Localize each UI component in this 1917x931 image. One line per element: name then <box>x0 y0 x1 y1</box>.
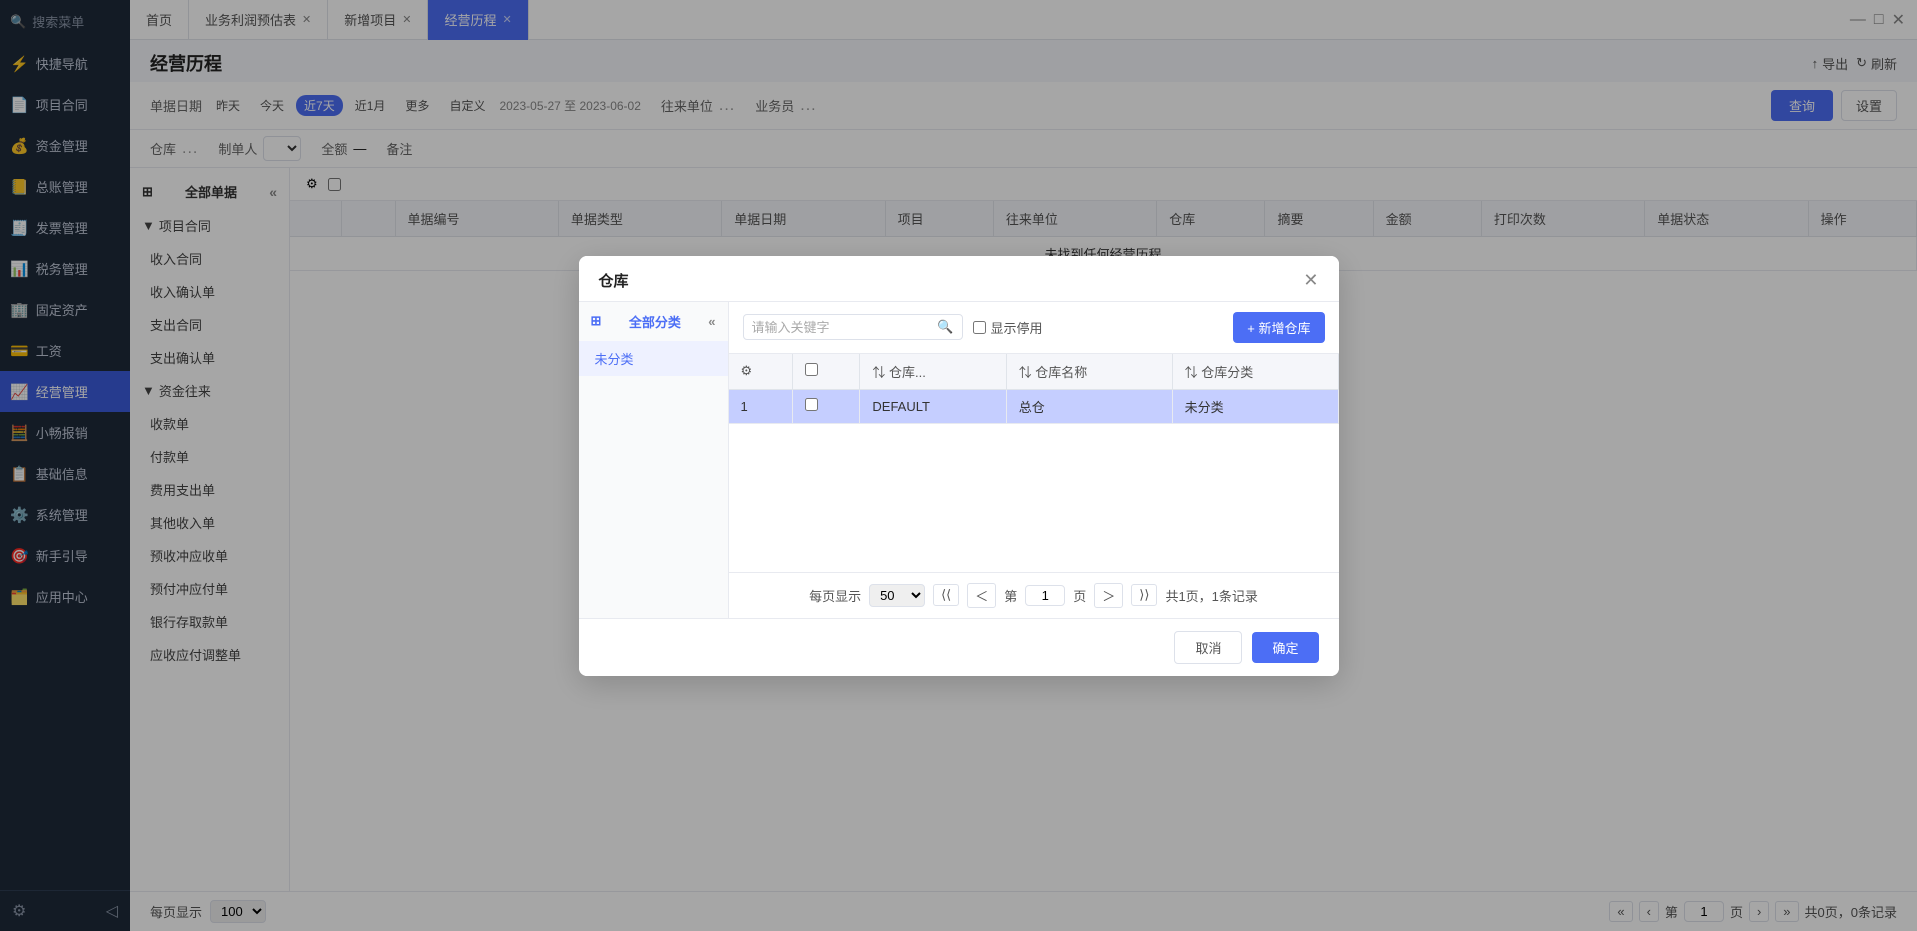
dialog-select-all[interactable] <box>805 363 818 376</box>
row-index: 1 <box>729 389 793 423</box>
dialog-col-settings: ⚙ <box>729 354 793 390</box>
dialog-overlay[interactable]: 仓库 ✕ ⊞ 全部分类 « 未分类 <box>0 0 1917 931</box>
dialog-per-page-select[interactable]: 50 100 200 <box>869 584 925 607</box>
cancel-button[interactable]: 取消 <box>1174 631 1242 664</box>
dialog-col-code: ⇅ 仓库... <box>860 354 1006 390</box>
dialog-toolbar: 🔍 显示停用 + 新增仓库 <box>729 302 1339 354</box>
dialog-table-wrap: ⚙ ⇅ 仓库... ⇅ 仓库名称 ⇅ 仓库分类 1 DEFA <box>729 354 1339 572</box>
all-category-icon: ⊞ <box>591 313 602 329</box>
show-disabled-label[interactable]: 显示停用 <box>973 318 1043 337</box>
dialog-header: 仓库 ✕ <box>579 256 1339 302</box>
dialog-right-panel: 🔍 显示停用 + 新增仓库 ⚙ <box>729 302 1339 618</box>
dialog-body: ⊞ 全部分类 « 未分类 🔍 <box>579 302 1339 618</box>
dialog-title: 仓库 <box>599 270 629 291</box>
dialog-per-page-label: 每页显示 <box>809 586 861 605</box>
dialog-total-label: 共1页，1条记录 <box>1165 586 1257 605</box>
dialog-search-input[interactable] <box>752 320 933 335</box>
dialog-category-item-uncategorized[interactable]: 未分类 <box>579 341 728 376</box>
dialog-next-page-btn[interactable]: ＞ <box>1094 583 1123 608</box>
confirm-button[interactable]: 确定 <box>1252 632 1318 663</box>
dialog-last-page-btn[interactable]: ⟩⟩ <box>1131 584 1157 606</box>
search-icon: 🔍 <box>937 319 953 335</box>
dialog-first-page-btn[interactable]: ⟨⟨ <box>933 584 959 606</box>
row-checkbox <box>793 389 860 423</box>
add-warehouse-button[interactable]: + 新增仓库 <box>1233 312 1324 343</box>
row-name: 总仓 <box>1006 389 1172 423</box>
row-select-checkbox[interactable] <box>805 398 818 411</box>
dialog-page-suffix: 页 <box>1073 586 1086 605</box>
warehouse-dialog: 仓库 ✕ ⊞ 全部分类 « 未分类 <box>579 256 1339 676</box>
dialog-prev-page-btn[interactable]: ＜ <box>967 583 996 608</box>
dialog-page-label: 第 <box>1004 586 1017 605</box>
dialog-close-icon[interactable]: ✕ <box>1303 270 1318 291</box>
all-category-label: 全部分类 <box>629 312 681 331</box>
dialog-page-input[interactable] <box>1025 585 1065 606</box>
dialog-left-header[interactable]: ⊞ 全部分类 « <box>579 302 728 341</box>
dialog-col-name: ⇅ 仓库名称 <box>1006 354 1172 390</box>
table-row[interactable]: 1 DEFAULT 总仓 未分类 <box>729 389 1339 423</box>
dialog-table: ⚙ ⇅ 仓库... ⇅ 仓库名称 ⇅ 仓库分类 1 DEFA <box>729 354 1339 424</box>
dialog-left-scroll: 未分类 <box>579 341 728 618</box>
row-code: DEFAULT <box>860 389 1006 423</box>
row-category: 未分类 <box>1172 389 1338 423</box>
dialog-left-panel: ⊞ 全部分类 « 未分类 <box>579 302 729 618</box>
show-disabled-checkbox[interactable] <box>973 321 986 334</box>
dialog-col-checkbox <box>793 354 860 390</box>
left-panel-collapse-icon[interactable]: « <box>708 314 715 329</box>
dialog-footer: 取消 确定 <box>579 618 1339 676</box>
dialog-search-box: 🔍 <box>743 314 963 340</box>
dialog-pagination: 每页显示 50 100 200 ⟨⟨ ＜ 第 页 ＞ ⟩⟩ 共1页，1条记录 <box>729 572 1339 618</box>
dialog-col-category: ⇅ 仓库分类 <box>1172 354 1338 390</box>
